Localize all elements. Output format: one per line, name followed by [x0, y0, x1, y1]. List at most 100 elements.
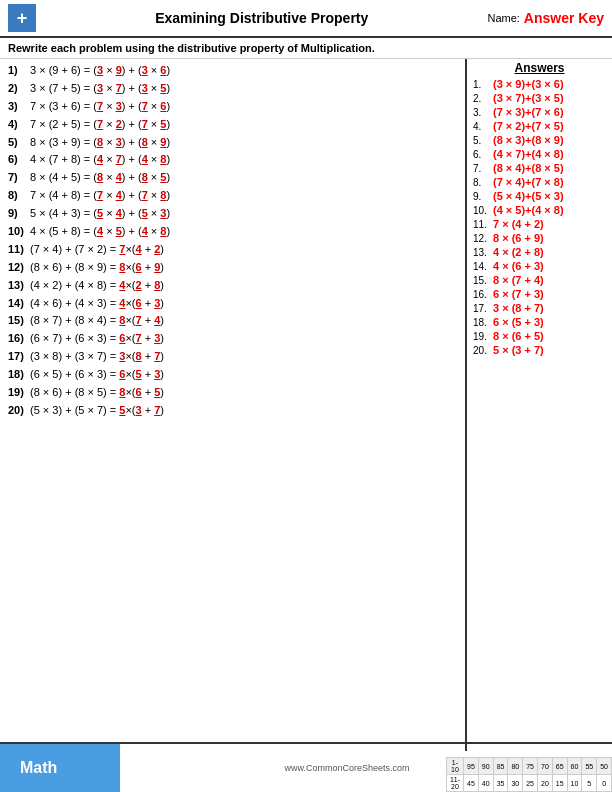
answer-blank: 5 [97, 207, 103, 219]
answer-number: 6. [473, 149, 493, 160]
answer-value: 5 × (3 + 7) [493, 344, 544, 356]
answer-blank: 5 [116, 225, 122, 237]
answer-blank: 6 [119, 368, 125, 380]
answer-row: 3.(7 × 3)+(7 × 6) [473, 106, 606, 118]
problem-number: 11) [8, 242, 30, 257]
answer-blank: 4 [116, 207, 122, 219]
problem-row: 7)8 × (4 + 5) = (8 × 4) + (8 × 5) [8, 170, 457, 185]
problem-expression: 4 × (7 + 8) = (4 × 7) + (4 × 8) [30, 152, 457, 167]
problem-number: 10) [8, 224, 30, 239]
problem-expression: (8 × 7) + (8 × 4) = 8×(7 + 4) [30, 313, 457, 328]
answer-row: 20.5 × (3 + 7) [473, 344, 606, 356]
answer-row: 14.4 × (6 + 3) [473, 260, 606, 272]
answer-row: 16.6 × (7 + 3) [473, 288, 606, 300]
problem-number: 2) [8, 81, 30, 96]
answer-blank: 4 [154, 314, 160, 326]
answer-value: (5 × 4)+(5 × 3) [493, 190, 564, 202]
answer-number: 11. [473, 219, 493, 230]
answer-row: 11.7 × (4 + 2) [473, 218, 606, 230]
answer-blank: 4 [136, 243, 142, 255]
problem-number: 9) [8, 206, 30, 221]
answer-blank: 8 [154, 279, 160, 291]
answer-blank: 7 [154, 350, 160, 362]
problem-number: 14) [8, 296, 30, 311]
problems-section: 1)3 × (9 + 6) = (3 × 9) + (3 × 6)2)3 × (… [0, 59, 467, 751]
answer-blank: 8 [119, 386, 125, 398]
answer-number: 3. [473, 107, 493, 118]
answer-blank: 3 [116, 100, 122, 112]
problem-row: 10)4 × (5 + 8) = (4 × 5) + (4 × 8) [8, 224, 457, 239]
answer-blank: 8 [136, 350, 142, 362]
answer-number: 18. [473, 317, 493, 328]
answer-blank: 4 [116, 189, 122, 201]
page-title: Examining Distributive Property [36, 10, 487, 26]
answer-row: 13.4 × (2 + 8) [473, 246, 606, 258]
answer-blank: 3 [136, 404, 142, 416]
answer-number: 2. [473, 93, 493, 104]
problem-number: 4) [8, 117, 30, 132]
answer-blank: 3 [154, 368, 160, 380]
answer-number: 7. [473, 163, 493, 174]
answer-row: 8.(7 × 4)+(7 × 8) [473, 176, 606, 188]
problem-number: 12) [8, 260, 30, 275]
answer-blank: 5 [119, 404, 125, 416]
problem-number: 16) [8, 331, 30, 346]
answers-header: Answers [473, 61, 606, 75]
answer-blank: 7 [142, 118, 148, 130]
answer-row: 17.3 × (8 + 7) [473, 302, 606, 314]
answer-blank: 5 [142, 207, 148, 219]
problem-expression: (4 × 2) + (4 × 8) = 4×(2 + 8) [30, 278, 457, 293]
answer-blank: 3 [154, 297, 160, 309]
problem-expression: 5 × (4 + 3) = (5 × 4) + (5 × 3) [30, 206, 457, 221]
answer-value: (8 × 4)+(8 × 5) [493, 162, 564, 174]
problem-row: 16)(6 × 7) + (6 × 3) = 6×(7 + 3) [8, 331, 457, 346]
problem-expression: (4 × 6) + (4 × 3) = 4×(6 + 3) [30, 296, 457, 311]
answer-number: 5. [473, 135, 493, 146]
problem-number: 5) [8, 135, 30, 150]
answer-row: 15.8 × (7 + 4) [473, 274, 606, 286]
answer-value: (7 × 2)+(7 × 5) [493, 120, 564, 132]
problem-expression: 4 × (5 + 8) = (4 × 5) + (4 × 8) [30, 224, 457, 239]
problem-expression: 8 × (4 + 5) = (8 × 4) + (8 × 5) [30, 170, 457, 185]
answer-value: 4 × (6 + 3) [493, 260, 544, 272]
answer-blank: 3 [97, 82, 103, 94]
answer-key-label: Answer Key [524, 10, 604, 26]
answer-row: 2.(3 × 7)+(3 × 5) [473, 92, 606, 104]
answer-blank: 5 [136, 368, 142, 380]
problem-number: 20) [8, 403, 30, 418]
answer-blank: 7 [154, 404, 160, 416]
answer-value: (7 × 4)+(7 × 8) [493, 176, 564, 188]
problem-expression: 7 × (3 + 6) = (7 × 3) + (7 × 6) [30, 99, 457, 114]
answer-blank: 7 [136, 314, 142, 326]
answer-blank: 5 [160, 82, 166, 94]
answer-value: (7 × 3)+(7 × 6) [493, 106, 564, 118]
answer-number: 15. [473, 275, 493, 286]
problem-number: 18) [8, 367, 30, 382]
answer-row: 10.(4 × 5)+(4 × 8) [473, 204, 606, 216]
answer-value: 4 × (2 + 8) [493, 246, 544, 258]
main-content: 1)3 × (9 + 6) = (3 × 9) + (3 × 6)2)3 × (… [0, 59, 612, 751]
problem-row: 8)7 × (4 + 8) = (7 × 4) + (7 × 8) [8, 188, 457, 203]
answer-blank: 9 [116, 64, 122, 76]
answer-blank: 9 [154, 261, 160, 273]
problem-expression: (3 × 8) + (3 × 7) = 3×(8 + 7) [30, 349, 457, 364]
answer-blank: 6 [136, 261, 142, 273]
answer-blank: 3 [142, 64, 148, 76]
problem-row: 14)(4 × 6) + (4 × 3) = 4×(6 + 3) [8, 296, 457, 311]
answer-blank: 5 [160, 171, 166, 183]
problem-row: 6)4 × (7 + 8) = (4 × 7) + (4 × 8) [8, 152, 457, 167]
answer-number: 13. [473, 247, 493, 258]
answer-value: 8 × (6 + 9) [493, 232, 544, 244]
answer-value: (3 × 7)+(3 × 5) [493, 92, 564, 104]
answer-blank: 7 [97, 118, 103, 130]
answer-blank: 5 [154, 386, 160, 398]
answer-blank: 8 [160, 189, 166, 201]
problem-row: 15)(8 × 7) + (8 × 4) = 8×(7 + 4) [8, 313, 457, 328]
problem-expression: 7 × (4 + 8) = (7 × 4) + (7 × 8) [30, 188, 457, 203]
answer-blank: 6 [136, 386, 142, 398]
problem-expression: 3 × (7 + 5) = (3 × 7) + (3 × 5) [30, 81, 457, 96]
answer-row: 4.(7 × 2)+(7 × 5) [473, 120, 606, 132]
answer-number: 12. [473, 233, 493, 244]
answer-blank: 3 [97, 64, 103, 76]
logo-icon: + [8, 4, 36, 32]
